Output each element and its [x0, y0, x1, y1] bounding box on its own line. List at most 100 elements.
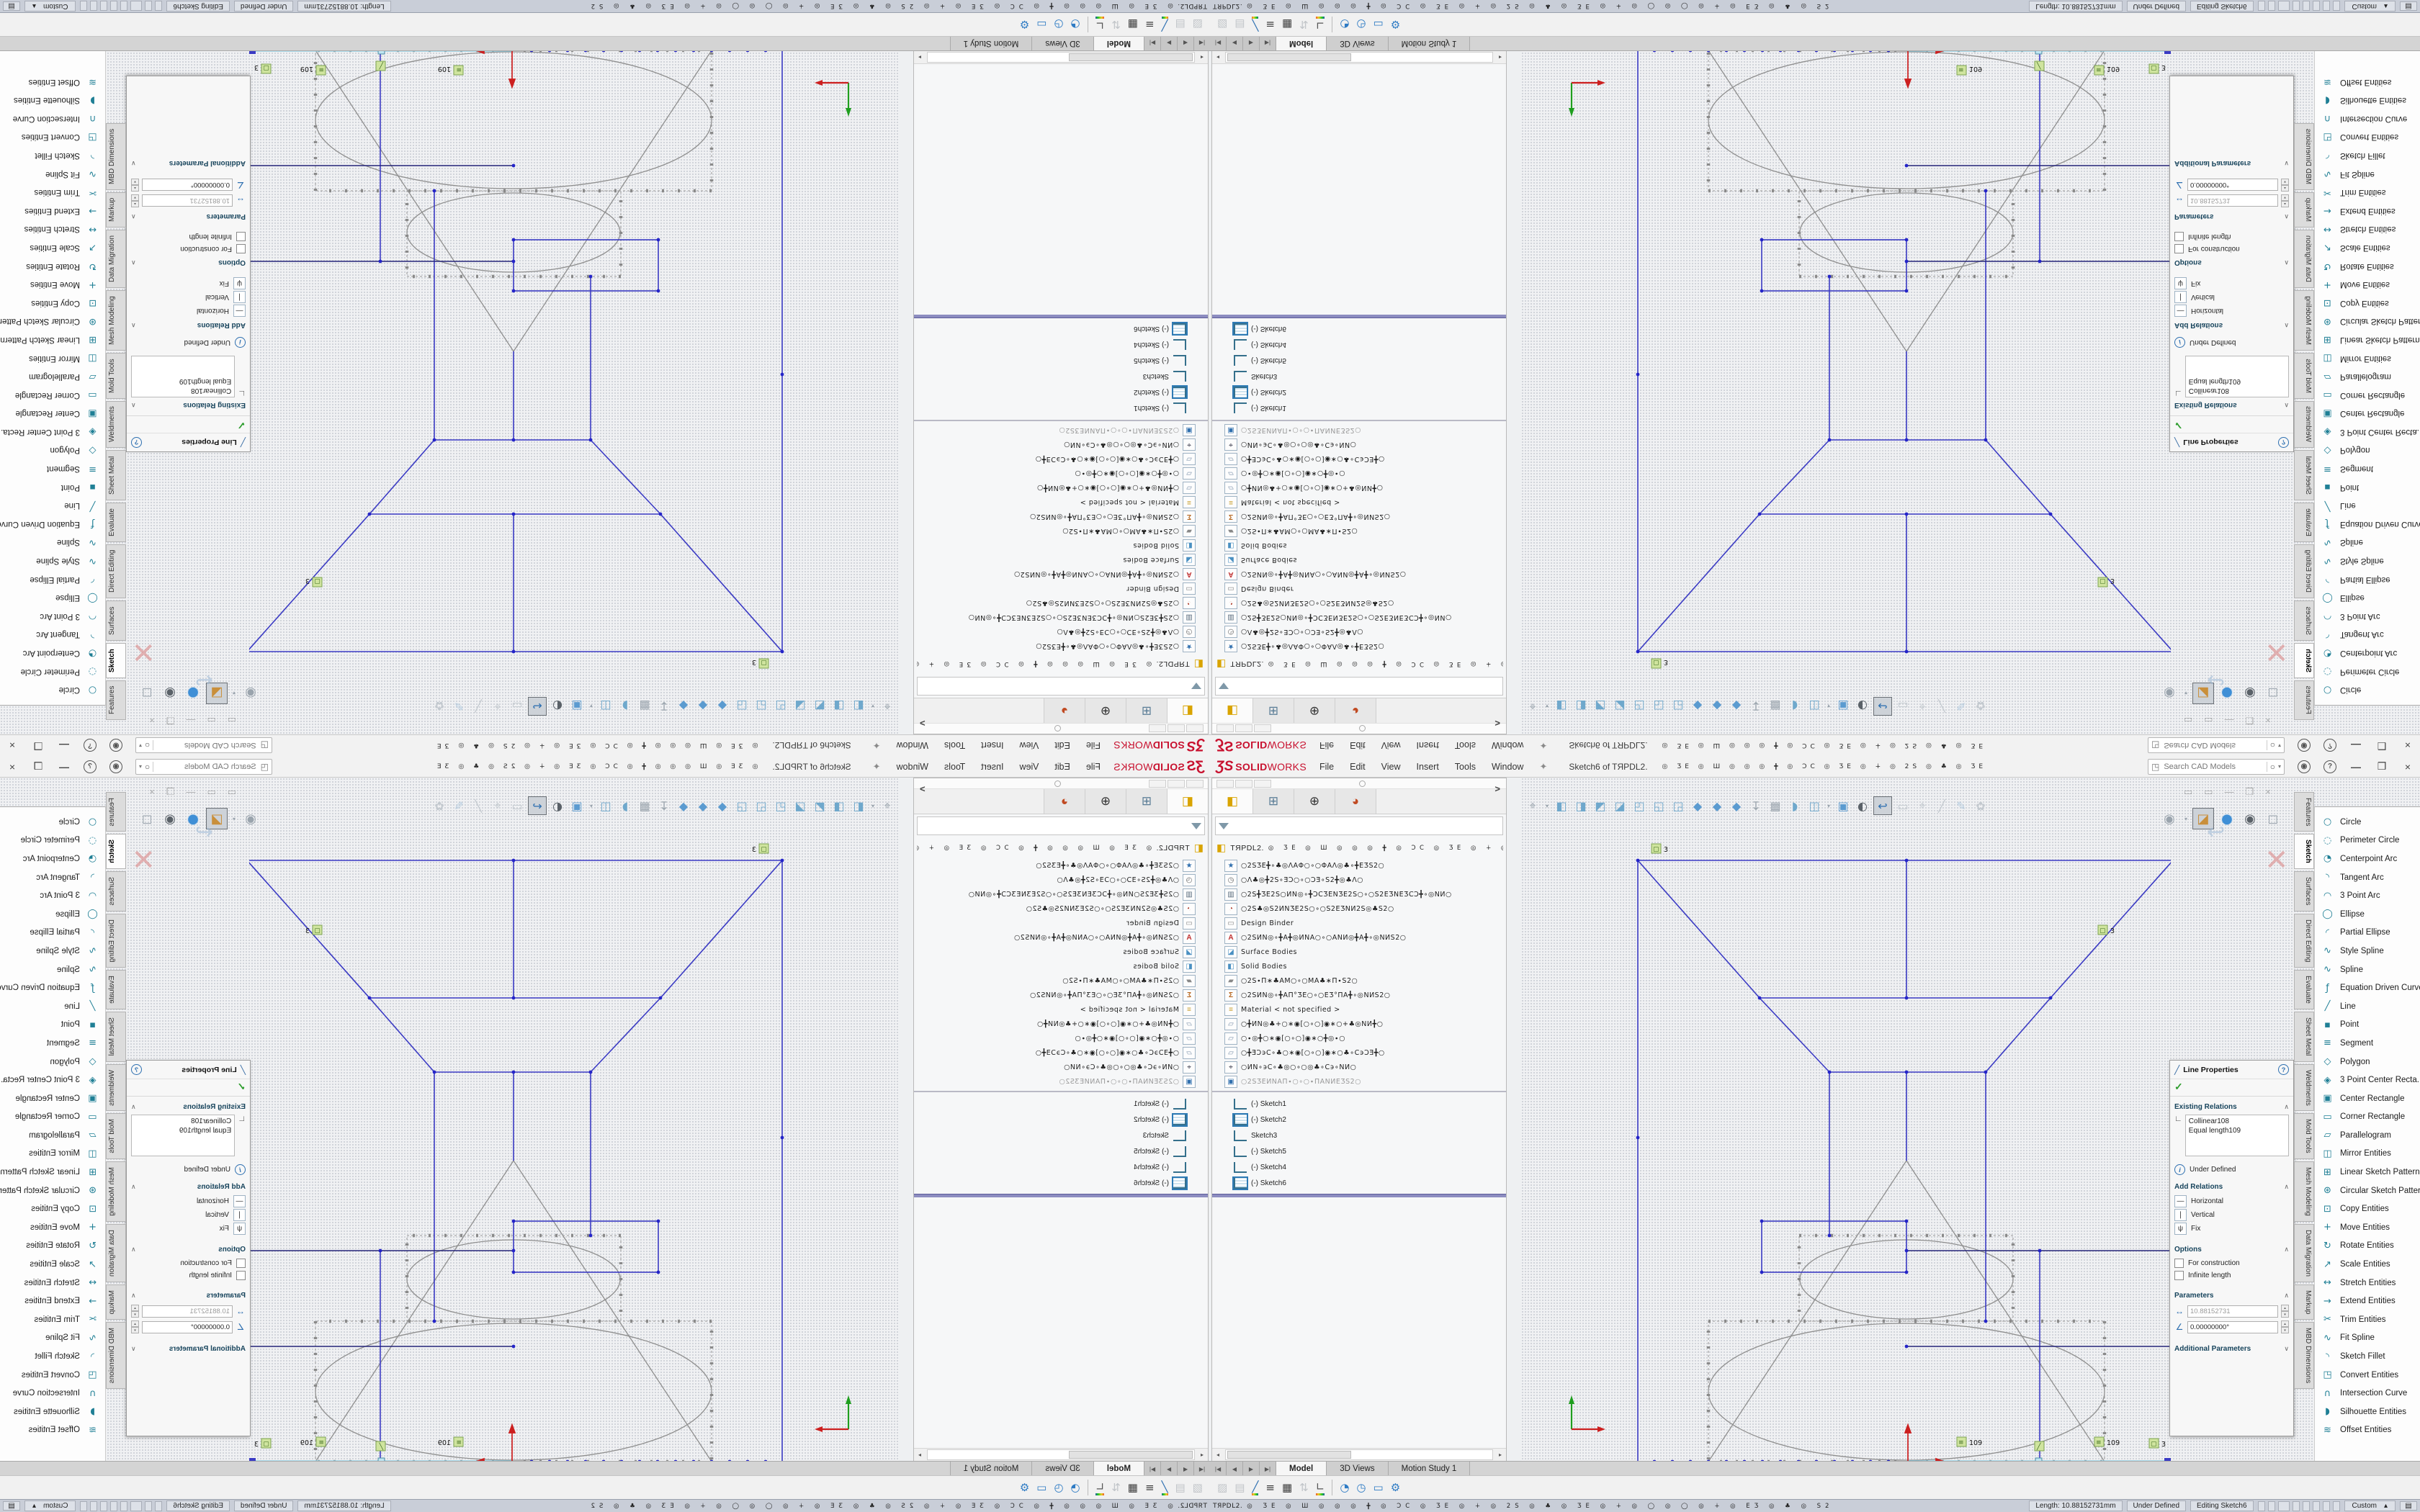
tool-item[interactable]: ⊡ Copy Entities	[0, 1200, 105, 1218]
scroll-right-arrow[interactable]: ▸	[1494, 1449, 1506, 1460]
option-row[interactable]: Infinite length	[131, 1269, 246, 1282]
featuremanager-tab[interactable]: ◧	[1167, 789, 1208, 814]
add-relation-button[interactable]: ❘ Vertical	[131, 1208, 246, 1222]
toolbar-icon[interactable]: ▦	[1128, 1481, 1138, 1494]
tool-item[interactable]: ∿ Style Spline	[0, 552, 105, 570]
collapse-chevron-icon[interactable]: ∧	[2284, 212, 2289, 220]
tool-item[interactable]: ⊡ Copy Entities	[2315, 294, 2420, 312]
tool-item[interactable]: ↔ Stretch Entities	[0, 1274, 105, 1292]
tool-item[interactable]: ↔ Stretch Entities	[2315, 220, 2420, 239]
dimxpert-tab[interactable]: ⊕	[1294, 789, 1335, 814]
relation-item[interactable]: Equal length109	[2189, 377, 2285, 386]
commandmanager-tab[interactable]: Sheet Metal	[106, 1012, 126, 1061]
search-input[interactable]	[156, 762, 257, 772]
display-style-icon[interactable]: ▾	[230, 809, 238, 829]
document-tab[interactable]: Model	[1276, 1462, 1327, 1476]
commandmanager-tab[interactable]: Data Migration	[106, 230, 126, 288]
tool-item[interactable]: ↔ Stretch Entities	[2315, 1274, 2420, 1292]
toolbar-icon[interactable]: ◷	[1054, 1481, 1063, 1494]
toolbar-icon[interactable]: ⇅	[1111, 1481, 1121, 1494]
scroll-track[interactable]	[1225, 1449, 1493, 1460]
checkbox[interactable]	[2174, 1259, 2184, 1268]
sketch-row[interactable]: (-) Sketch4	[1234, 337, 1506, 353]
dimxpert-tab[interactable]: ⊕	[1085, 789, 1126, 814]
tool-item[interactable]: ▣ Center Rectangle	[0, 1089, 105, 1108]
tab-nav-arrow[interactable]: ▶	[1243, 36, 1260, 50]
help-icon[interactable]: ?	[2323, 760, 2336, 773]
scroll-right-arrow[interactable]: ▸	[914, 1449, 926, 1460]
tree-horizontal-scrollbar[interactable]: ◂ ▸	[1212, 1448, 1506, 1461]
tool-item[interactable]: ◠ 3 Point Arc	[2315, 886, 2420, 905]
commandmanager-tab[interactable]: Mesh Modeling	[106, 290, 126, 351]
tool-item[interactable]: ╱ Line	[0, 496, 105, 515]
toolbar-icon[interactable]: ╱	[1162, 1480, 1168, 1495]
commandmanager-tab[interactable]: Direct Editing	[106, 544, 126, 598]
ok-button[interactable]: ✓	[2170, 1079, 2293, 1097]
commandmanager-tab[interactable]: Surfaces	[2294, 600, 2314, 640]
tool-item[interactable]: ↻ Rotate Entities	[2315, 1237, 2420, 1256]
toolbar-icon[interactable]: ▭	[1036, 1481, 1047, 1494]
tool-item[interactable]: ≡ Segment	[0, 459, 105, 478]
sketch-canvas[interactable]: ▢ 3 ▢ 3 ▢ 3 ╱ ≡ 109 ≡ 109	[249, 50, 899, 734]
configuration-tab[interactable]: ⊞	[1253, 698, 1294, 723]
display-style-icon[interactable]: ▾	[230, 683, 238, 703]
tool-item[interactable]: ◫ Mirror Entities	[2315, 1145, 2420, 1164]
display-style-icon[interactable]: ▾	[2182, 809, 2190, 829]
tree-row[interactable]: ◧ Solid Bodies	[914, 539, 1199, 553]
pin-icon[interactable]: ✦	[1539, 761, 1547, 773]
checkbox[interactable]	[2174, 244, 2184, 253]
tool-item[interactable]: ◠ 3 Point Arc	[2315, 607, 2420, 626]
spinner[interactable]: ▴▾	[2281, 1305, 2289, 1318]
menu-item[interactable]: Insert	[1417, 741, 1439, 751]
relation-item[interactable]: Equal length109	[135, 1126, 231, 1135]
toolbar-icon[interactable]: ▨	[1217, 18, 1227, 31]
sketch-row[interactable]: (-) Sketch6	[914, 321, 1186, 337]
relation-item[interactable]: Collinear108	[2189, 386, 2285, 395]
search-box[interactable]: ◳ ○ ▾	[2148, 759, 2285, 775]
tags-icon[interactable]: ▤	[3, 1, 20, 11]
display-style-icon[interactable]: ◉	[160, 809, 180, 829]
minimize-button[interactable]: —	[58, 761, 71, 773]
tags-icon[interactable]: ▤	[3, 1501, 20, 1511]
display-style-icon[interactable]: ◻	[2263, 683, 2283, 703]
commandmanager-tab[interactable]: MBD Dimensions	[106, 1322, 126, 1389]
tree-row[interactable]: ▸ A ○2SИΝ◎∘╋Α╋◎ИΝΑ○∘○ΑΝИ◎╋Α╋∘◎ΝИS2○	[914, 930, 1199, 945]
tab-nav-arrow[interactable]: ◀	[1227, 36, 1243, 50]
tool-item[interactable]: ◌ Perimeter Circle	[2315, 662, 2420, 681]
commandmanager-tab[interactable]: Mold Tools	[2294, 353, 2314, 399]
tool-item[interactable]: ≋ Offset Entities	[2315, 1421, 2420, 1440]
tool-item[interactable]: ◈ 3 Point Center Recta...	[2315, 423, 2420, 441]
tree-row[interactable]: ▸ ◷ ○Λ♣◎╋2S∘ƎƆ○∘○ƆƎ∘S2╋◎♣Λ○	[914, 625, 1199, 639]
relation-item[interactable]: Equal length109	[135, 377, 231, 386]
relations-list[interactable]: Collinear108Equal length109	[2185, 356, 2289, 397]
featuremanager-tab[interactable]: ◧	[1212, 698, 1253, 723]
commandmanager-tab[interactable]: Data Migration	[106, 1224, 126, 1282]
extended-lines[interactable]	[1906, 1251, 2171, 1346]
tool-item[interactable]: ↻ Rotate Entities	[0, 257, 105, 276]
commandmanager-tab[interactable]: Data Migration	[2294, 230, 2314, 288]
scroll-left-arrow[interactable]: ◂	[1196, 1449, 1208, 1460]
display-style-icon[interactable]: ▾	[2182, 683, 2190, 703]
search-icon[interactable]: ○	[2267, 741, 2275, 751]
tree-filter-box[interactable]	[1215, 816, 1503, 835]
display-manager-tab[interactable]: ◕	[1044, 698, 1085, 723]
featuremanager-tab[interactable]: ◧	[1212, 789, 1253, 814]
toolbar-icon[interactable]: ◔	[1340, 1481, 1349, 1494]
scroll-right-arrow[interactable]: ▸	[1494, 52, 1506, 63]
tags-icon[interactable]: ▤	[2400, 1501, 2417, 1511]
spinner[interactable]: ▴▾	[131, 179, 139, 192]
extended-lines[interactable]	[249, 1251, 514, 1346]
commandmanager-tab[interactable]: Mold Tools	[106, 1113, 126, 1159]
add-relation-button[interactable]: — Horizontal	[2174, 1194, 2289, 1208]
tree-row[interactable]: ★ ○2SƷΕ╋∘♣◎ΛΑΦ○∘○ΦΑΛ◎♣∘╋ΕƷS2○	[1221, 639, 1506, 654]
tool-item[interactable]: ⊛ Circular Sketch Pattern	[2315, 312, 2420, 331]
commandmanager-tab[interactable]: Markup	[106, 1284, 126, 1320]
collapse-chevron-icon[interactable]: ∧	[2284, 1103, 2289, 1111]
scroll-right-arrow[interactable]: ▸	[914, 52, 926, 63]
document-tab[interactable]: Motion Study 1	[1389, 36, 1471, 50]
help-icon[interactable]: ?	[2278, 437, 2289, 448]
menu-item[interactable]: File	[1319, 741, 1334, 751]
tool-item[interactable]: ◔ Centerpoint Arc	[2315, 644, 2420, 662]
option-row[interactable]: For construction	[2174, 243, 2289, 255]
configuration-tab[interactable]: ⊞	[1126, 789, 1167, 814]
